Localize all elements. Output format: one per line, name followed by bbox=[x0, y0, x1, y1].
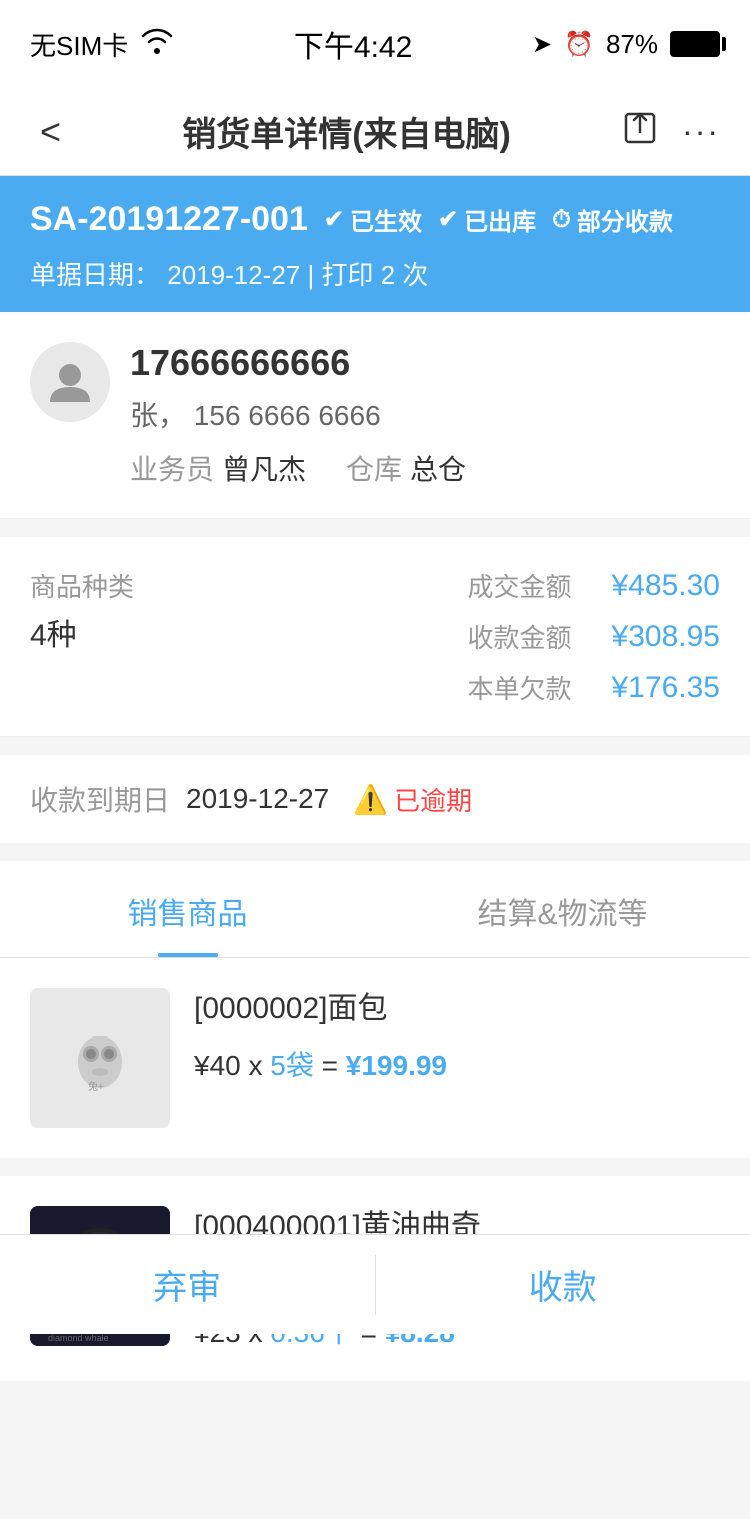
bread-unit-price: ¥40 bbox=[194, 1050, 241, 1081]
collect-payment-button[interactable]: 收款 bbox=[376, 1240, 750, 1329]
battery-percent: 87% bbox=[606, 29, 658, 60]
debt-label: 本单欠款 bbox=[468, 669, 572, 706]
tab-settlement[interactable]: 结算&物流等 bbox=[375, 861, 750, 957]
order-id: SA-20191227-001 bbox=[30, 200, 308, 239]
alarm-icon: ⏰ bbox=[564, 30, 594, 59]
cancel-audit-button[interactable]: 弃审 bbox=[0, 1240, 375, 1329]
customer-phone-number: 156 6666 6666 bbox=[194, 400, 381, 431]
amount-value: ¥485.30 bbox=[612, 569, 720, 603]
status-badge-shipped: ✔ 已出库 bbox=[438, 202, 536, 237]
bottom-bar: 弃审 收款 bbox=[0, 1234, 750, 1334]
check-icon-2: ✔ bbox=[438, 205, 458, 234]
overdue-icon: ⚠️ bbox=[353, 783, 388, 816]
summary-right: 成交金额 ¥485.30 收款金额 ¥308.95 本单欠款 ¥176.35 bbox=[468, 567, 720, 706]
warehouse-info: 仓库 总仓 bbox=[346, 448, 466, 488]
overdue-badge: ⚠️ 已逾期 bbox=[353, 781, 472, 818]
status-badge-partial: ⏱ 部分收款 bbox=[552, 202, 673, 237]
order-date: 2019-12-27 bbox=[167, 260, 300, 290]
status-badge-effective: ✔ 已生效 bbox=[324, 202, 422, 237]
customer-section: 17666666666 张， 156 6666 6666 业务员 曾凡杰 仓库 … bbox=[0, 312, 750, 519]
summary-left: 商品种类 4种 bbox=[30, 567, 134, 654]
category-label: 商品种类 bbox=[30, 567, 134, 604]
customer-name-text: 张， bbox=[130, 400, 186, 431]
order-header: SA-20191227-001 ✔ 已生效 ✔ 已出库 ⏱ 部分收款 单据日期：… bbox=[0, 176, 750, 312]
summary-section: 商品种类 4种 成交金额 ¥485.30 收款金额 ¥308.95 本单欠款 ¥… bbox=[0, 537, 750, 737]
print-info: | 打印 2 次 bbox=[307, 260, 428, 290]
order-id-row: SA-20191227-001 ✔ 已生效 ✔ 已出库 ⏱ 部分收款 bbox=[30, 200, 720, 239]
product-name-bread: [0000002]面包 bbox=[194, 988, 720, 1030]
overdue-text: 已逾期 bbox=[394, 781, 472, 818]
nav-actions: ··· bbox=[622, 110, 720, 154]
received-row: 收款金额 ¥308.95 bbox=[468, 618, 720, 655]
warehouse-name: 总仓 bbox=[410, 448, 466, 488]
avatar bbox=[30, 342, 110, 422]
customer-phone: 张， 156 6666 6666 bbox=[130, 394, 720, 434]
location-icon: ➤ bbox=[532, 30, 552, 59]
status-bar: 无SIM卡 下午4:42 ➤ ⏰ 87% bbox=[0, 0, 750, 88]
tab-settlement-label: 结算&物流等 bbox=[477, 898, 647, 931]
status-right: ➤ ⏰ 87% bbox=[532, 29, 720, 60]
wifi-icon bbox=[140, 28, 174, 61]
amount-label: 成交金额 bbox=[468, 567, 572, 604]
page-title: 销货单详情(来自电脑) bbox=[182, 107, 511, 156]
category-value: 4种 bbox=[30, 610, 134, 654]
nav-bar: < 销货单详情(来自电脑) ··· bbox=[0, 88, 750, 176]
received-value: ¥308.95 bbox=[612, 620, 720, 654]
check-icon-1: ✔ bbox=[324, 205, 344, 234]
customer-id: 17666666666 bbox=[130, 342, 720, 384]
time-display: 下午4:42 bbox=[294, 22, 412, 66]
share-button[interactable] bbox=[622, 110, 658, 154]
battery-icon bbox=[670, 31, 720, 57]
clock-icon: ⏱ bbox=[552, 206, 571, 234]
bread-equals: = bbox=[322, 1050, 346, 1081]
sales-info: 业务员 曾凡杰 bbox=[130, 448, 306, 488]
svg-text:兔+: 兔+ bbox=[88, 1080, 104, 1093]
tab-products[interactable]: 销售商品 bbox=[0, 861, 375, 957]
order-meta: 单据日期： 2019-12-27 | 打印 2 次 bbox=[30, 255, 720, 292]
warehouse-label: 仓库 bbox=[346, 448, 402, 488]
svg-text:diamond whale: diamond whale bbox=[48, 1333, 109, 1343]
tab-products-label: 销售商品 bbox=[128, 898, 248, 931]
status-shipped-text: 已出库 bbox=[464, 202, 536, 237]
debt-row: 本单欠款 ¥176.35 bbox=[468, 669, 720, 706]
received-label: 收款金额 bbox=[468, 618, 572, 655]
amount-row: 成交金额 ¥485.30 bbox=[468, 567, 720, 604]
product-info-bread: [0000002]面包 ¥40 x 5袋 = ¥199.99 bbox=[194, 988, 720, 1084]
status-effective-text: 已生效 bbox=[350, 202, 422, 237]
bread-total: ¥199.99 bbox=[346, 1050, 447, 1081]
due-date-value: 2019-12-27 bbox=[186, 783, 329, 815]
bread-multiply: x bbox=[249, 1050, 271, 1081]
customer-meta: 业务员 曾凡杰 仓库 总仓 bbox=[130, 448, 720, 488]
customer-info: 17666666666 张， 156 6666 6666 业务员 曾凡杰 仓库 … bbox=[130, 342, 720, 488]
date-label: 单据日期： bbox=[30, 260, 160, 290]
carrier-text: 无SIM卡 bbox=[30, 26, 128, 63]
back-button[interactable]: < bbox=[30, 101, 71, 163]
tabs-container: 销售商品 结算&物流等 bbox=[0, 861, 750, 958]
due-label: 收款到期日 bbox=[30, 779, 170, 819]
product-image-bread: 兔+ bbox=[30, 988, 170, 1128]
product-item: 兔+ [0000002]面包 ¥40 x 5袋 = ¥199.99 bbox=[0, 958, 750, 1158]
debt-value: ¥176.35 bbox=[612, 671, 720, 705]
more-button[interactable]: ··· bbox=[682, 113, 720, 150]
sales-label: 业务员 bbox=[130, 448, 214, 488]
status-left: 无SIM卡 bbox=[30, 26, 174, 63]
product-price-bread: ¥40 x 5袋 = ¥199.99 bbox=[194, 1044, 720, 1084]
sales-name: 曾凡杰 bbox=[222, 448, 306, 488]
tabs: 销售商品 结算&物流等 bbox=[0, 861, 750, 957]
due-section: 收款到期日 2019-12-27 ⚠️ 已逾期 bbox=[0, 755, 750, 843]
bread-qty: 5袋 bbox=[270, 1050, 314, 1081]
status-partial-text: 部分收款 bbox=[577, 202, 673, 237]
